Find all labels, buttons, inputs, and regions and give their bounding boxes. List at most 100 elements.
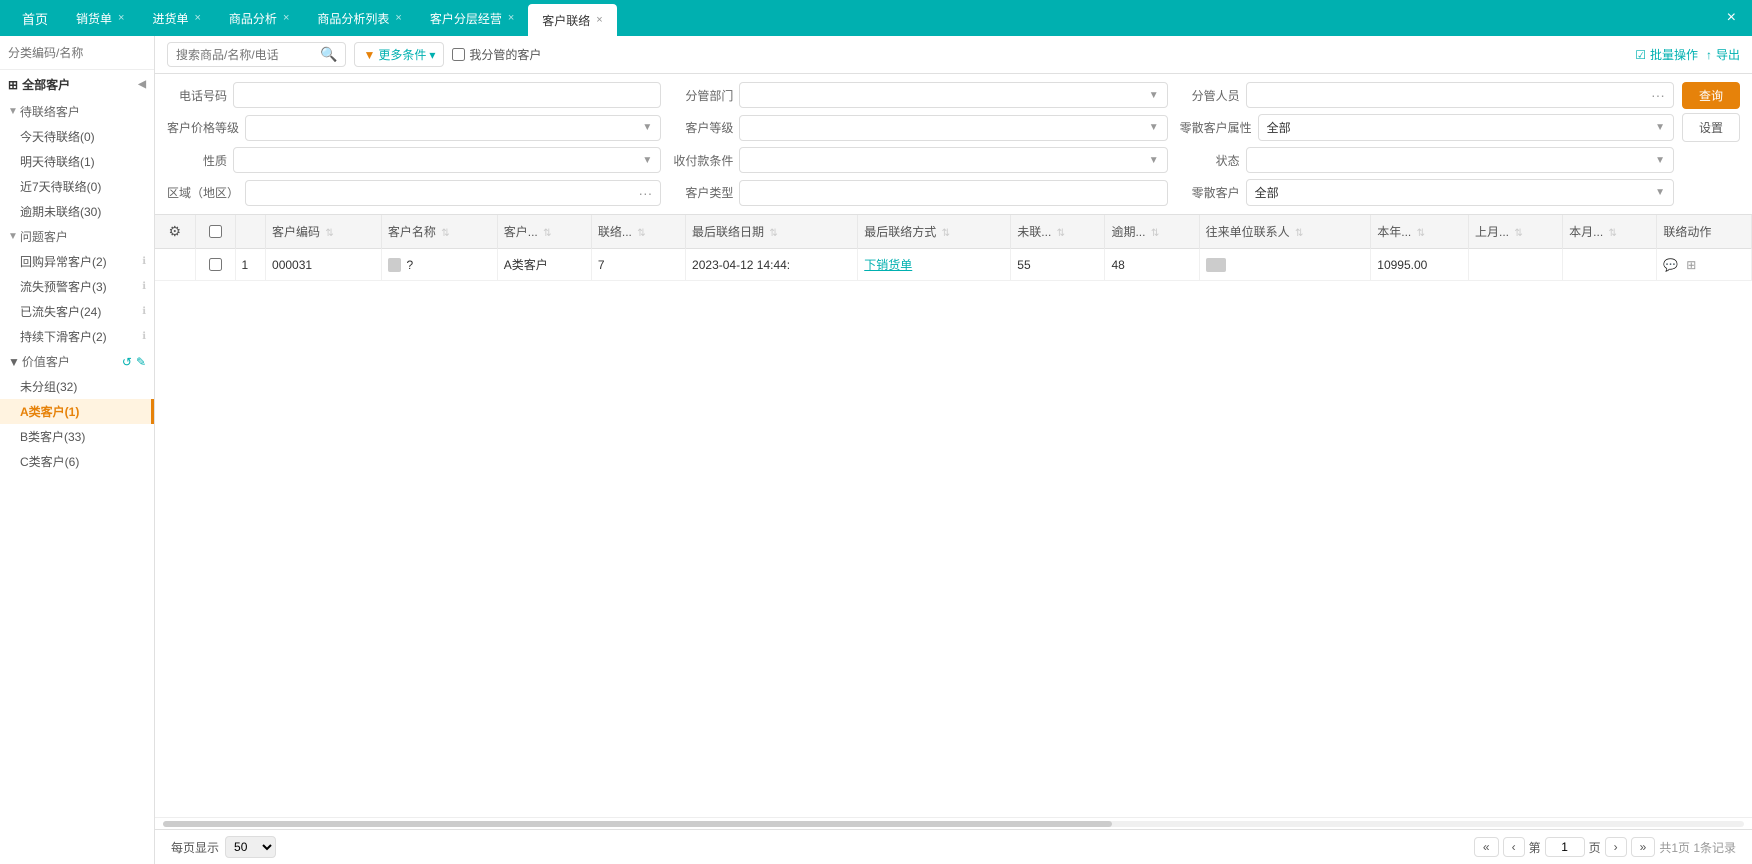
sidebar-item-today[interactable]: 今天待联络(0) [0,124,154,149]
sidebar-item-class-b[interactable]: B类客户(33) [0,424,154,449]
collapse-sidebar-icon[interactable]: ◀ [138,79,146,90]
export-btn[interactable]: ↑ 导出 [1706,46,1740,63]
col-name[interactable]: 客户名称 ⇅ [381,215,497,249]
col-no-contact[interactable]: 未联... ⇅ [1011,215,1105,249]
col-code[interactable]: 客户编码 ⇅ [266,215,382,249]
sort-code-icon[interactable]: ⇅ [325,228,333,239]
retail-customer-select[interactable]: 全部 ▼ [1246,179,1674,206]
col-last-month[interactable]: 上月... ⇅ [1469,215,1563,249]
col-overdue[interactable]: 逾期... ⇅ [1105,215,1199,249]
row-last-method-cell[interactable]: 下销货单 [858,249,1011,281]
sidebar-item-class-a[interactable]: A类客户(1) [0,399,154,424]
last-method-link[interactable]: 下销货单 [864,258,912,272]
sort-name-icon[interactable]: ⇅ [441,228,449,239]
phone-input[interactable] [233,82,661,108]
select-all-checkbox[interactable] [209,225,222,238]
customer-type-input[interactable] [739,180,1167,206]
sort-this-month-icon[interactable]: ⇅ [1609,228,1617,239]
sidebar-item-unclassified[interactable]: 未分组(32) [0,374,154,399]
nav-analysis-list[interactable]: 商品分析列表 × [303,0,415,36]
sort-no-contact-icon[interactable]: ⇅ [1057,228,1065,239]
page-size-select[interactable]: 50 100 200 [225,836,276,858]
nav-purchase[interactable]: 进货单 × [138,0,214,36]
close-all-btn[interactable]: × [1719,9,1744,27]
status-arrow-icon: ▼ [1655,155,1665,166]
col-this-month[interactable]: 本月... ⇅ [1563,215,1657,249]
status-select[interactable]: ▼ [1246,147,1674,173]
table-settings-icon[interactable]: ⚙ [168,223,181,239]
grid-action-icon[interactable]: ⊞ [1686,258,1696,272]
edit-icon[interactable]: ✎ [136,355,146,369]
dept-arrow-icon: ▼ [1149,90,1159,101]
row-checkbox[interactable] [209,258,222,271]
refresh-icon[interactable]: ↺ [122,355,132,369]
page-number-input[interactable] [1545,837,1585,857]
first-page-btn[interactable]: « [1474,837,1499,857]
sidebar-item-churned[interactable]: 已流失客户(24) ℹ [0,299,154,324]
col-customer-type[interactable]: 客户... ⇅ [497,215,591,249]
sidebar-item-churn-warning[interactable]: 流失预警客户(3) ℹ [0,274,154,299]
region-input[interactable]: ··· [245,180,661,206]
sidebar-item-repurchase-anomaly[interactable]: 回购异常客户(2) ℹ [0,249,154,274]
batch-operation-btn[interactable]: ☑ 批量操作 [1635,46,1698,63]
nav-sales[interactable]: 销货单 × [62,0,138,36]
col-last-contact-date[interactable]: 最后联络日期 ⇅ [686,215,858,249]
scrollbar-thumb[interactable] [163,821,1112,827]
payment-select[interactable]: ▼ [739,147,1167,173]
sort-year-icon[interactable]: ⇅ [1417,228,1425,239]
value-customers-group[interactable]: ▼ 价值客户 ↺ ✎ [0,349,154,374]
filter-more-btn[interactable]: ▼ 更多条件 ▾ [354,42,444,67]
close-customer-segment-tab[interactable]: × [508,12,514,24]
search-input[interactable] [176,48,316,62]
filter-region: 区域（地区） ··· [167,180,661,206]
sidebar-item-declining[interactable]: 持续下滑客户(2) ℹ [0,324,154,349]
sidebar-item-class-c[interactable]: C类客户(6) [0,449,154,474]
nav-home[interactable]: 首页 [8,0,62,36]
retail-attr-select[interactable]: 全部 ▼ [1258,114,1674,141]
my-customers-checkbox[interactable] [452,48,465,61]
sort-overdue-icon[interactable]: ⇅ [1151,228,1159,239]
price-grade-select[interactable]: ▼ [245,115,661,141]
close-purchase-tab[interactable]: × [194,12,200,24]
comment-action-icon[interactable]: 💬 [1663,258,1678,272]
sort-type-icon[interactable]: ⇅ [543,228,551,239]
my-customers-checkbox-label[interactable]: 我分管的客户 [452,46,541,63]
last-page-btn[interactable]: » [1631,837,1656,857]
sort-contact-icon[interactable]: ⇅ [637,228,645,239]
problem-customers-group[interactable]: ▼ 问题客户 [0,224,154,249]
close-customer-contact-tab[interactable]: × [596,14,602,26]
all-customers-header[interactable]: ⊞ 全部客户 ◀ [0,70,154,99]
col-last-contact-method[interactable]: 最后联络方式 ⇅ [858,215,1011,249]
settings-button[interactable]: 设置 [1682,113,1740,142]
sort-unit-icon[interactable]: ⇅ [1295,228,1303,239]
col-this-year[interactable]: 本年... ⇅ [1371,215,1469,249]
sort-method-icon[interactable]: ⇅ [942,228,950,239]
horizontal-scrollbar[interactable] [155,817,1752,829]
search-button[interactable]: 查询 [1682,82,1740,109]
prev-page-btn[interactable]: ‹ [1503,837,1525,857]
nav-analysis[interactable]: 商品分析 × [215,0,303,36]
close-analysis-tab[interactable]: × [283,12,289,24]
customer-grade-select[interactable]: ▼ [739,115,1167,141]
col-settings[interactable]: ⚙ [155,215,195,249]
nature-select[interactable]: ▼ [233,147,661,173]
page-navigation: « ‹ 第 页 › » 共1页 1条记录 [1474,837,1736,857]
nav-customer-contact[interactable]: 客户联络 × [528,4,616,36]
sidebar-search-input[interactable] [8,46,155,60]
next-page-btn[interactable]: › [1605,837,1627,857]
sort-date-icon[interactable]: ⇅ [769,228,777,239]
col-contact-count[interactable]: 联络... ⇅ [591,215,685,249]
sidebar-item-overdue[interactable]: 逾期未联络(30) [0,199,154,224]
page-label: 第 [1529,839,1541,856]
col-unit-contact[interactable]: 往来单位联系人 ⇅ [1199,215,1371,249]
manager-input[interactable]: ··· [1246,82,1674,108]
nav-customer-segment[interactable]: 客户分层经营 × [416,0,528,36]
sidebar-item-7days[interactable]: 近7天待联络(0) [0,174,154,199]
pending-contact-group[interactable]: ▼ 待联络客户 [0,99,154,124]
close-sales-tab[interactable]: × [118,12,124,24]
sidebar-item-tomorrow[interactable]: 明天待联络(1) [0,149,154,174]
sort-last-month-icon[interactable]: ⇅ [1514,228,1522,239]
dept-select[interactable]: ▼ [739,82,1167,108]
search-icon[interactable]: 🔍 [320,46,337,63]
close-analysis-list-tab[interactable]: × [395,12,401,24]
